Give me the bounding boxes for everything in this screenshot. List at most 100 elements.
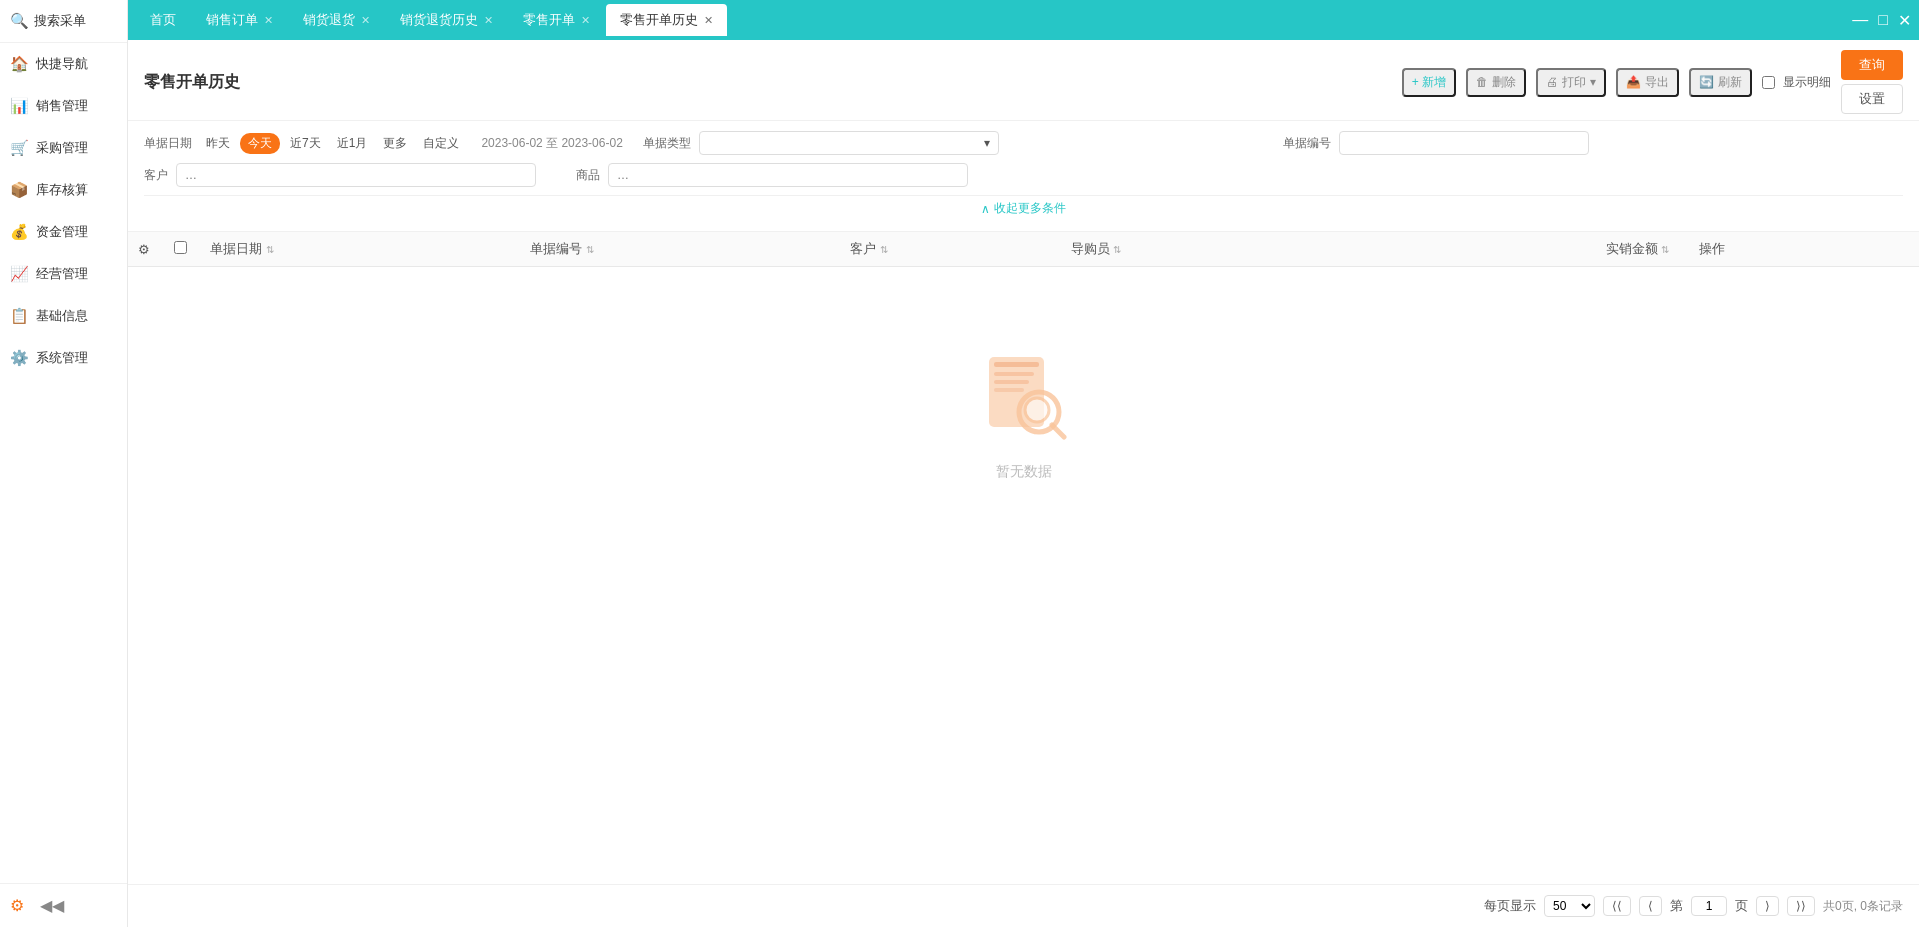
collapse-sidebar-icon[interactable]: ◀◀ xyxy=(40,896,64,915)
system-mgmt-icon: ⚙️ xyxy=(10,349,28,367)
basic-info-icon: 📋 xyxy=(10,307,28,325)
th-date[interactable]: 单据日期 ⇅ xyxy=(200,232,520,267)
tab-retail-open-history-label: 零售开单历史 xyxy=(620,11,698,29)
th-guide-label: 导购员 xyxy=(1071,241,1110,256)
refresh-button[interactable]: 🔄 刷新 xyxy=(1689,68,1752,97)
date-btn-7days[interactable]: 近7天 xyxy=(284,133,327,154)
svg-rect-3 xyxy=(994,380,1029,384)
page-content: 零售开单历史 + 新增 🗑 删除 🖨 打印 ▾ 📤 导出 🔄 xyxy=(128,40,1919,927)
settings-button[interactable]: 设置 xyxy=(1841,84,1903,114)
sidebar-item-sales-mgmt[interactable]: 📊 销售管理 xyxy=(0,85,127,127)
page-first-btn[interactable]: ⟨⟨ xyxy=(1603,896,1631,916)
type-select-arrow: ▾ xyxy=(984,136,990,150)
tab-sales-return-history-close[interactable]: ✕ xyxy=(484,14,493,27)
display-detail-checkbox[interactable] xyxy=(1762,76,1775,89)
type-filter-label: 单据类型 xyxy=(643,135,691,152)
date-filter-group: 单据日期 昨天 今天 近7天 近1月 更多 自定义 2023-06-02 至 2… xyxy=(144,133,623,154)
settings-bottom-icon[interactable]: ⚙ xyxy=(10,896,24,915)
svg-rect-4 xyxy=(994,388,1024,392)
th-settings[interactable]: ⚙ xyxy=(128,232,164,267)
date-filter-buttons: 昨天 今天 近7天 近1月 更多 自定义 xyxy=(200,133,465,154)
sidebar-item-quick-nav[interactable]: 🏠 快捷导航 xyxy=(0,43,127,85)
tab-bar: 首页 销售订单 ✕ 销货退货 ✕ 销货退货历史 ✕ 零售开单 ✕ 零售开单历史 … xyxy=(128,0,1919,40)
tab-retail-open-close[interactable]: ✕ xyxy=(581,14,590,27)
tab-sales-return[interactable]: 销货退货 ✕ xyxy=(289,4,384,36)
th-action: 操作 xyxy=(1689,232,1919,267)
page-total: 共0页, 0条记录 xyxy=(1823,898,1903,915)
sidebar-item-label: 采购管理 xyxy=(36,139,88,157)
tab-sales-return-history-label: 销货退货历史 xyxy=(400,11,478,29)
new-button[interactable]: + 新增 xyxy=(1402,68,1456,97)
customer-filter-group: 客户 xyxy=(144,163,536,187)
date-btn-custom[interactable]: 自定义 xyxy=(417,133,465,154)
date-btn-more[interactable]: 更多 xyxy=(377,133,413,154)
tab-sales-order[interactable]: 销售订单 ✕ xyxy=(192,4,287,36)
th-amount-sort-icon: ⇅ xyxy=(1661,244,1669,255)
page-last-btn[interactable]: ⟩⟩ xyxy=(1787,896,1815,916)
collapse-bar[interactable]: ∧ 收起更多条件 xyxy=(144,195,1903,221)
toolbar-actions: + 新增 🗑 删除 🖨 打印 ▾ 📤 导出 🔄 刷新 xyxy=(1402,50,1903,114)
operations-icon: 📈 xyxy=(10,265,28,283)
type-select[interactable]: ▾ xyxy=(699,131,999,155)
page-next-btn[interactable]: ⟩ xyxy=(1756,896,1779,916)
tab-sales-return-label: 销货退货 xyxy=(303,11,355,29)
sidebar-item-basic-info[interactable]: 📋 基础信息 xyxy=(0,295,127,337)
delete-icon: 🗑 xyxy=(1476,75,1488,89)
product-input[interactable] xyxy=(608,163,968,187)
pagination: 每页显示 10 20 50 100 ⟨⟨ ⟨ 第 页 ⟩ ⟩⟩ 共0页, 0条记… xyxy=(128,884,1919,927)
date-btn-yesterday[interactable]: 昨天 xyxy=(200,133,236,154)
th-amount[interactable]: 实销金额 ⇅ xyxy=(1331,232,1689,267)
window-maximize-icon[interactable]: □ xyxy=(1878,11,1888,29)
sidebar-item-finance[interactable]: 💰 资金管理 xyxy=(0,211,127,253)
refresh-icon: 🔄 xyxy=(1699,75,1714,89)
th-date-sort-icon: ⇅ xyxy=(266,244,274,255)
page-label: 页 xyxy=(1735,897,1748,915)
table-gear-icon[interactable]: ⚙ xyxy=(138,242,150,257)
export-icon: 📤 xyxy=(1626,75,1641,89)
filter-row-1: 单据日期 昨天 今天 近7天 近1月 更多 自定义 2023-06-02 至 2… xyxy=(144,131,1903,155)
tab-sales-return-close[interactable]: ✕ xyxy=(361,14,370,27)
page-prev-btn[interactable]: ⟨ xyxy=(1639,896,1662,916)
date-filter-label: 单据日期 xyxy=(144,135,192,152)
tab-home[interactable]: 首页 xyxy=(136,4,190,36)
filter-row-2: 客户 商品 xyxy=(144,163,1903,187)
sidebar-item-system-mgmt[interactable]: ⚙️ 系统管理 xyxy=(0,337,127,379)
sidebar-item-label: 经营管理 xyxy=(36,265,88,283)
customer-input[interactable] xyxy=(176,163,536,187)
th-guide[interactable]: 导购员 ⇅ xyxy=(1061,232,1331,267)
sidebar-item-label: 快捷导航 xyxy=(36,55,88,73)
print-button[interactable]: 🖨 打印 ▾ xyxy=(1536,68,1606,97)
select-all-checkbox[interactable] xyxy=(174,241,187,254)
page-size-select[interactable]: 10 20 50 100 xyxy=(1544,895,1595,917)
query-button[interactable]: 查询 xyxy=(1841,50,1903,80)
order-no-input[interactable] xyxy=(1339,131,1589,155)
type-filter-group: 单据类型 ▾ xyxy=(643,131,1263,155)
tab-sales-order-close[interactable]: ✕ xyxy=(264,14,273,27)
table-header: ⚙ 单据日期 ⇅ 单据编号 ⇅ xyxy=(128,232,1919,267)
display-detail-checkbox-label[interactable]: 显示明细 xyxy=(1762,74,1831,91)
th-customer[interactable]: 客户 ⇅ xyxy=(840,232,1061,267)
export-button[interactable]: 📤 导出 xyxy=(1616,68,1679,97)
th-order-no[interactable]: 单据编号 ⇅ xyxy=(520,232,840,267)
sidebar-search[interactable]: 🔍 搜索采单 xyxy=(0,0,127,43)
window-minimize-icon[interactable]: — xyxy=(1852,11,1868,29)
product-label: 商品 xyxy=(576,167,600,184)
collapse-up-icon: ∧ xyxy=(981,202,990,216)
tab-retail-open[interactable]: 零售开单 ✕ xyxy=(509,4,604,36)
table-area: ⚙ 单据日期 ⇅ 单据编号 ⇅ xyxy=(128,232,1919,884)
date-btn-today[interactable]: 今天 xyxy=(240,133,280,154)
delete-button[interactable]: 🗑 删除 xyxy=(1466,68,1526,97)
sidebar: 🔍 搜索采单 🏠 快捷导航 📊 销售管理 🛒 采购管理 📦 库存核算 💰 资金管… xyxy=(0,0,128,927)
date-btn-1month[interactable]: 近1月 xyxy=(331,133,374,154)
data-table: ⚙ 单据日期 ⇅ 单据编号 ⇅ xyxy=(128,232,1919,267)
sidebar-item-purchase-mgmt[interactable]: 🛒 采购管理 xyxy=(0,127,127,169)
tab-retail-open-history-close[interactable]: ✕ xyxy=(704,14,713,27)
tab-retail-open-history[interactable]: 零售开单历史 ✕ xyxy=(606,4,727,36)
th-checkbox[interactable] xyxy=(164,232,200,267)
page-number-input[interactable] xyxy=(1691,896,1727,916)
window-close-icon[interactable]: ✕ xyxy=(1898,11,1911,30)
sidebar-item-inventory[interactable]: 📦 库存核算 xyxy=(0,169,127,211)
tab-sales-return-history[interactable]: 销货退货历史 ✕ xyxy=(386,4,507,36)
tab-home-label: 首页 xyxy=(150,11,176,29)
sidebar-item-operations[interactable]: 📈 经营管理 xyxy=(0,253,127,295)
